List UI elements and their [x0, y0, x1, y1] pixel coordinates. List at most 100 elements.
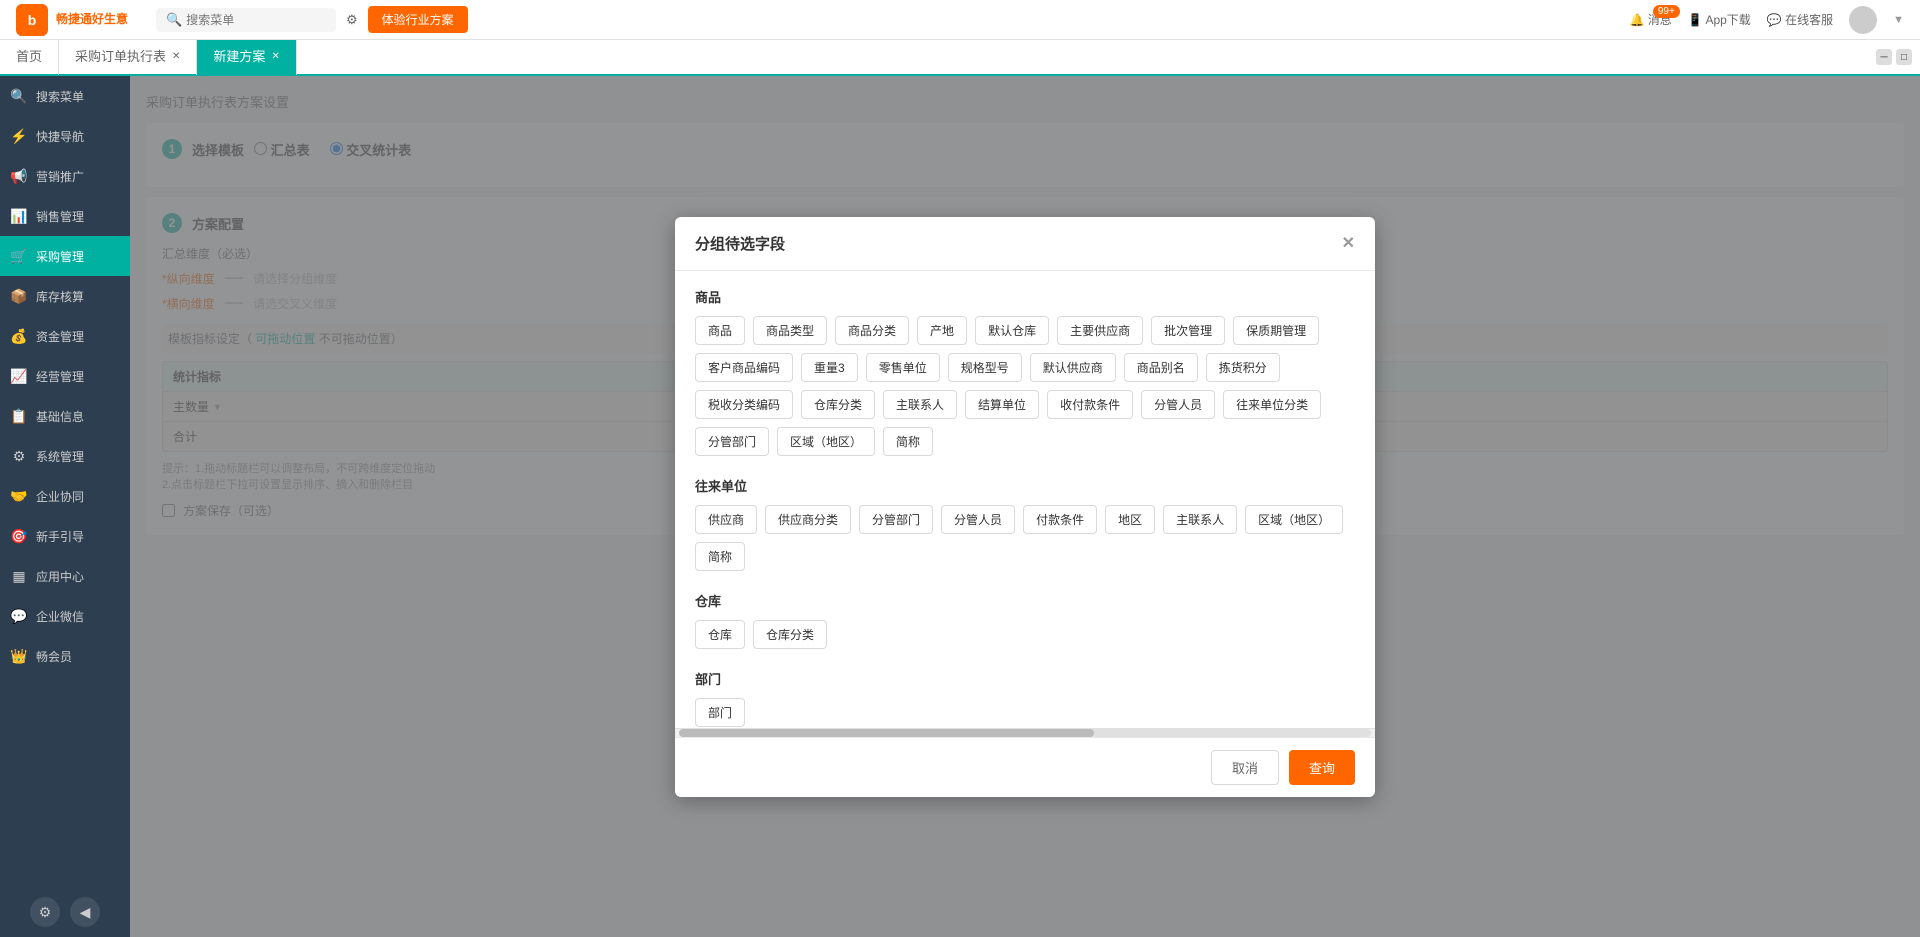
tag-product-13[interactable]: 商品别名 [1124, 353, 1198, 382]
sidebar-item-quick-nav[interactable]: ⚡ 快捷导航 [0, 116, 130, 156]
sidebar-item-wechat[interactable]: 💬 企业微信 [0, 596, 130, 636]
tag-warehouse-0[interactable]: 仓库 [695, 620, 745, 649]
section-department-tags: 部门 [695, 698, 1355, 727]
tag-product-17[interactable]: 主联系人 [883, 390, 957, 419]
sidebar-item-inventory[interactable]: 📦 库存核算 [0, 276, 130, 316]
tag-product-23[interactable]: 区域（地区） [777, 427, 875, 456]
tag-product-14[interactable]: 拣货积分 [1206, 353, 1280, 382]
settings-icon[interactable]: ⚙ [346, 12, 358, 28]
section-warehouse-title: 仓库 [695, 591, 1355, 610]
section-partner-title: 往来单位 [695, 476, 1355, 495]
tag-product-7[interactable]: 保质期管理 [1233, 316, 1319, 345]
search-input[interactable] [186, 13, 306, 27]
notification-badge: 99+ [1653, 5, 1680, 18]
tag-partner-0[interactable]: 供应商 [695, 505, 757, 534]
tag-department-0[interactable]: 部门 [695, 698, 745, 727]
tag-product-2[interactable]: 商品分类 [835, 316, 909, 345]
sidebar-bottom: ⚙ ◀ [0, 887, 130, 937]
tag-product-5[interactable]: 主要供应商 [1057, 316, 1143, 345]
purchase-icon: 🛒 [10, 247, 28, 265]
main-layout: 🔍 搜索菜单 ⚡ 快捷导航 📢 营销推广 📊 销售管理 🛒 采购管理 📦 库存核… [0, 76, 1920, 937]
sidebar-item-system[interactable]: ⚙ 系统管理 [0, 436, 130, 476]
minimize-btn[interactable]: ─ [1876, 49, 1892, 65]
sidebar-item-marketing[interactable]: 📢 营销推广 [0, 156, 130, 196]
modal-overlay: 分组待选字段 ✕ 商品 商品 商品类型 商品分类 产地 默认仓库 主要供应商 [130, 76, 1920, 937]
top-right: 🔔 99+ 消息 📱 App下载 💬 在线客服 ▼ [1630, 6, 1905, 34]
sidebar-item-collaboration[interactable]: 🤝 企业协同 [0, 476, 130, 516]
tag-product-6[interactable]: 批次管理 [1151, 316, 1225, 345]
tag-product-10[interactable]: 零售单位 [866, 353, 940, 382]
logo-area: b 畅捷通好生意 [16, 4, 146, 36]
tag-product-19[interactable]: 收付款条件 [1047, 390, 1133, 419]
tag-product-16[interactable]: 仓库分类 [801, 390, 875, 419]
tag-product-8[interactable]: 客户商品编码 [695, 353, 793, 382]
section-partner-tags: 供应商 供应商分类 分管部门 分管人员 付款条件 地区 主联系人 区域（地区） … [695, 505, 1355, 571]
sidebar-item-member[interactable]: 👑 畅会员 [0, 636, 130, 676]
tag-product-24[interactable]: 简称 [883, 427, 933, 456]
tab-purchase-order[interactable]: 采购订单执行表 ✕ [59, 39, 197, 75]
tag-product-22[interactable]: 分管部门 [695, 427, 769, 456]
search-bar[interactable]: 🔍 [156, 8, 336, 32]
tag-product-11[interactable]: 规格型号 [948, 353, 1022, 382]
tag-warehouse-1[interactable]: 仓库分类 [753, 620, 827, 649]
collapse-icon[interactable]: ◀ [70, 897, 100, 927]
marketing-icon: 📢 [10, 167, 28, 185]
settings-bottom-icon[interactable]: ⚙ [30, 897, 60, 927]
tag-partner-5[interactable]: 地区 [1105, 505, 1155, 534]
tag-partner-1[interactable]: 供应商分类 [765, 505, 851, 534]
sidebar-item-purchase[interactable]: 🛒 采购管理 [0, 236, 130, 276]
section-department: 部门 部门 [695, 669, 1355, 727]
sidebar-item-app-center[interactable]: ▦ 应用中心 [0, 556, 130, 596]
download-icon: 📱 [1688, 13, 1703, 27]
logo-text: 畅捷通好生意 [56, 12, 128, 26]
scroll-thumb[interactable] [679, 729, 1094, 737]
tag-product-18[interactable]: 结算单位 [965, 390, 1039, 419]
tab-home[interactable]: 首页 [0, 39, 59, 75]
sidebar-item-sales[interactable]: 📊 销售管理 [0, 196, 130, 236]
online-service[interactable]: 💬 在线客服 [1767, 11, 1833, 28]
quick-nav-icon: ⚡ [10, 127, 28, 145]
tab-close-purchase[interactable]: ✕ [172, 39, 180, 75]
app-download[interactable]: 📱 App下载 [1688, 11, 1751, 28]
notification-area[interactable]: 🔔 99+ 消息 [1630, 11, 1672, 28]
user-name: ▼ [1893, 14, 1904, 26]
modal-close-btn[interactable]: ✕ [1342, 233, 1355, 253]
member-icon: 👑 [10, 647, 28, 665]
tag-product-9[interactable]: 重量3 [801, 353, 858, 382]
modal-horizontal-scrollbar[interactable] [675, 728, 1375, 737]
tag-partner-4[interactable]: 付款条件 [1023, 505, 1097, 534]
maximize-btn[interactable]: □ [1896, 49, 1912, 65]
tag-partner-6[interactable]: 主联系人 [1163, 505, 1237, 534]
tab-close-new-plan[interactable]: ✕ [271, 39, 279, 75]
trial-btn[interactable]: 体验行业方案 [368, 6, 468, 33]
tag-product-15[interactable]: 税收分类编码 [695, 390, 793, 419]
tag-product-20[interactable]: 分管人员 [1141, 390, 1215, 419]
tab-new-plan[interactable]: 新建方案 ✕ [197, 39, 296, 75]
section-product: 商品 商品 商品类型 商品分类 产地 默认仓库 主要供应商 批次管理 保质期管理… [695, 287, 1355, 456]
tag-partner-7[interactable]: 区域（地区） [1245, 505, 1343, 534]
modal: 分组待选字段 ✕ 商品 商品 商品类型 商品分类 产地 默认仓库 主要供应商 [675, 217, 1375, 797]
modal-title: 分组待选字段 [695, 233, 785, 254]
modal-header: 分组待选字段 ✕ [675, 217, 1375, 271]
tag-partner-2[interactable]: 分管部门 [859, 505, 933, 534]
tag-product-4[interactable]: 默认仓库 [975, 316, 1049, 345]
sidebar-item-basic-info[interactable]: 📋 基础信息 [0, 396, 130, 436]
sidebar-item-search[interactable]: 🔍 搜索菜单 [0, 76, 130, 116]
tag-product-0[interactable]: 商品 [695, 316, 745, 345]
tag-product-21[interactable]: 往来单位分类 [1223, 390, 1321, 419]
top-bar: b 畅捷通好生意 🔍 ⚙ 体验行业方案 🔔 99+ 消息 📱 App下载 💬 在… [0, 0, 1920, 40]
tag-product-1[interactable]: 商品类型 [753, 316, 827, 345]
cancel-button[interactable]: 取消 [1211, 750, 1279, 785]
modal-footer: 取消 查询 [675, 737, 1375, 797]
sidebar-item-guide[interactable]: 🎯 新手引导 [0, 516, 130, 556]
tag-partner-3[interactable]: 分管人员 [941, 505, 1015, 534]
sidebar-item-finance[interactable]: 💰 资金管理 [0, 316, 130, 356]
confirm-button[interactable]: 查询 [1289, 750, 1355, 785]
user-avatar[interactable] [1849, 6, 1877, 34]
tag-product-3[interactable]: 产地 [917, 316, 967, 345]
tag-partner-8[interactable]: 简称 [695, 542, 745, 571]
tag-product-12[interactable]: 默认供应商 [1030, 353, 1116, 382]
sidebar-item-operations[interactable]: 📈 经营管理 [0, 356, 130, 396]
sidebar: 🔍 搜索菜单 ⚡ 快捷导航 📢 营销推广 📊 销售管理 🛒 采购管理 📦 库存核… [0, 76, 130, 937]
panel-controls: ─ □ [1876, 49, 1912, 65]
